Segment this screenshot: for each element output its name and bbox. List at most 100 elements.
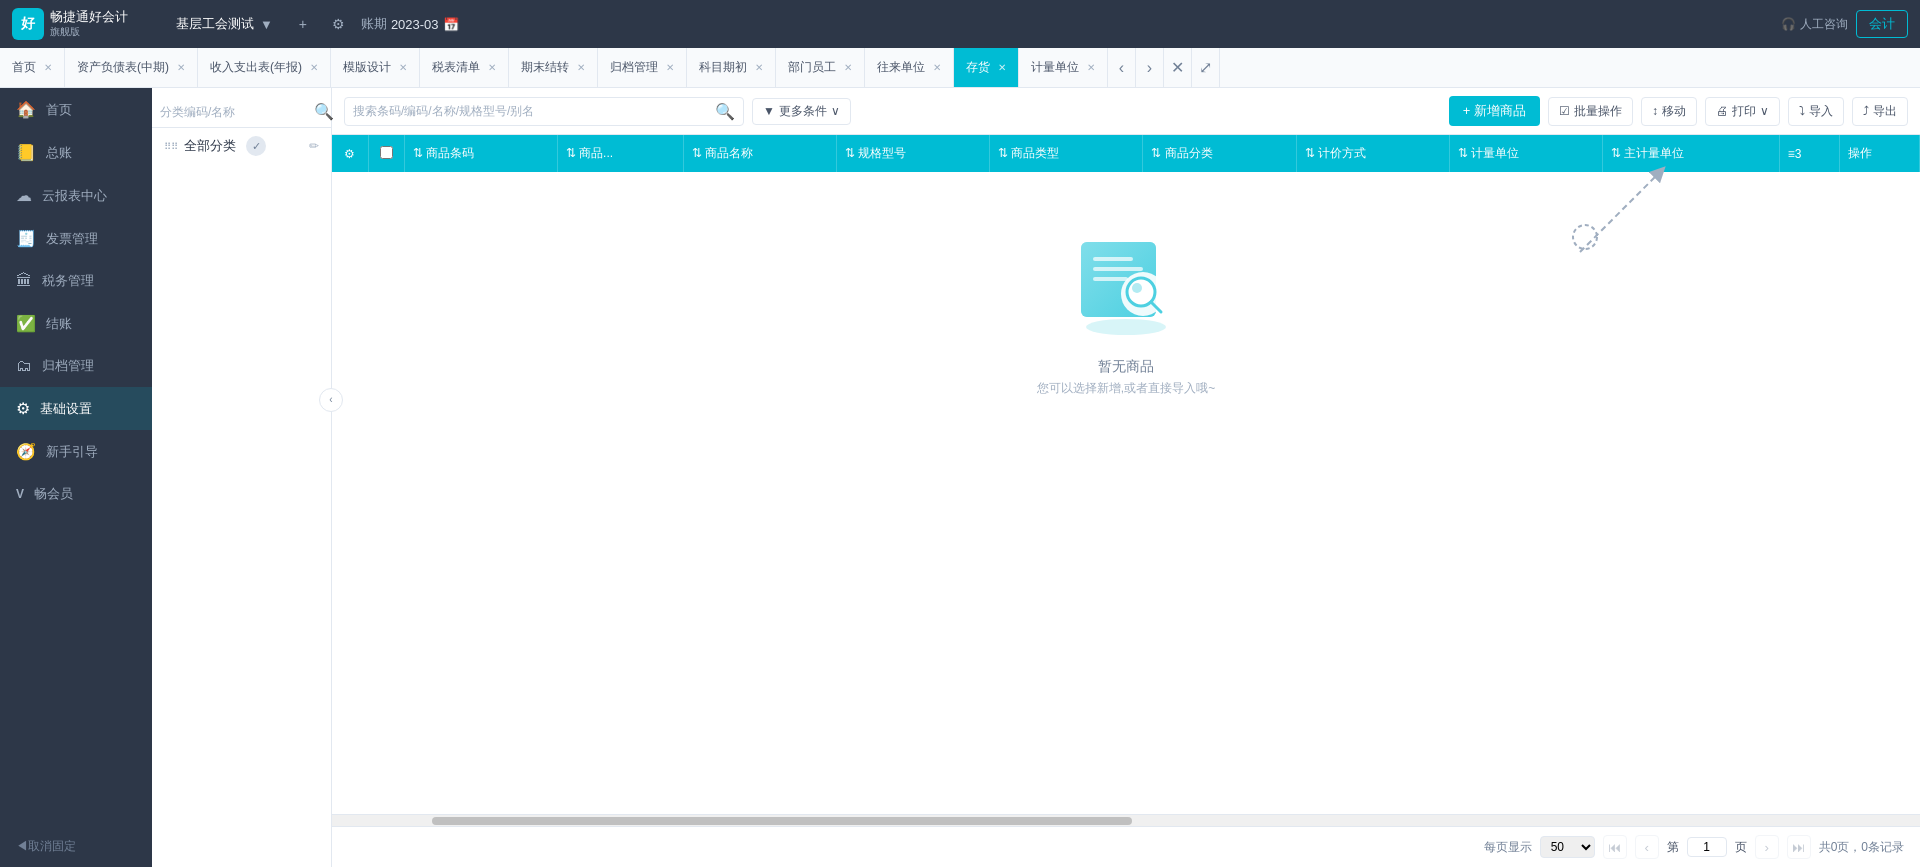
select-all-checkbox[interactable] <box>380 146 393 159</box>
category-search-icon[interactable]: 🔍 <box>314 102 334 121</box>
scroll-thumb[interactable] <box>432 817 1132 825</box>
page-size-select[interactable]: 50 100 200 <box>1540 836 1595 858</box>
tab-home[interactable]: 首页 ✕ <box>0 48 65 88</box>
category-all-item[interactable]: ⠿⠿ 全部分类 ✓ ✏ <box>152 128 331 164</box>
customer-service-btn[interactable]: 🎧 人工咨询 <box>1781 16 1848 33</box>
period-label: 账期 <box>361 15 387 33</box>
tab-balance[interactable]: 资产负债表(中期) ✕ <box>65 48 198 88</box>
next-page-btn[interactable]: › <box>1755 835 1779 859</box>
th-code[interactable]: ⇅ 商品... <box>557 135 683 172</box>
logo-area: 好 畅捷通好会计 旗舰版 <box>12 8 160 40</box>
main-layout: 🏠 首页 📒 总账 ☁ 云报表中心 🧾 发票管理 🏛 税务管理 ✅ 结账 🗂 归… <box>0 88 1920 867</box>
page-input[interactable] <box>1687 837 1727 857</box>
tab-partner-close[interactable]: ✕ <box>933 62 941 73</box>
category-collapse-btn[interactable]: ‹ <box>319 388 343 412</box>
scroll-bar-area[interactable] <box>332 814 1920 826</box>
print-btn[interactable]: 🖨 打印 ∨ <box>1705 97 1780 126</box>
sidebar-item-closing[interactable]: ✅ 结账 <box>0 302 152 345</box>
sidebar-item-archive[interactable]: 🗂 归档管理 <box>0 345 152 387</box>
tab-archive-mgmt[interactable]: 归档管理 ✕ <box>598 48 687 88</box>
tab-template-close[interactable]: ✕ <box>399 62 407 73</box>
tab-tax-close[interactable]: ✕ <box>488 62 496 73</box>
home-icon: 🏠 <box>16 100 36 119</box>
th-type[interactable]: ⇅ 商品类型 <box>990 135 1143 172</box>
tab-home-close[interactable]: ✕ <box>44 62 52 73</box>
tab-template-label: 模版设计 <box>343 59 391 76</box>
filter-label: 更多条件 <box>779 103 827 120</box>
batch-ops-btn[interactable]: ☑ 批量操作 <box>1548 97 1633 126</box>
print-dropdown-icon: ∨ <box>1760 104 1769 118</box>
sidebar-item-report[interactable]: ☁ 云报表中心 <box>0 174 152 217</box>
th-spec[interactable]: ⇅ 规格型号 <box>836 135 989 172</box>
tab-subject-init-close[interactable]: ✕ <box>755 62 763 73</box>
import-btn[interactable]: ⤵ 导入 <box>1788 97 1844 126</box>
import-icon: ⤵ <box>1799 104 1805 118</box>
move-label: 移动 <box>1662 103 1686 120</box>
sidebar-item-member-label: 畅会员 <box>34 485 73 503</box>
account-button[interactable]: 会计 <box>1856 10 1908 38</box>
last-page-btn[interactable]: ⏭ <box>1787 835 1811 859</box>
th-checkbox[interactable] <box>368 135 404 172</box>
prev-page-btn[interactable]: ‹ <box>1635 835 1659 859</box>
th-col3[interactable]: ≡3 <box>1779 135 1839 172</box>
th-barcode[interactable]: ⇅ 商品条码 <box>404 135 557 172</box>
tab-unit-close[interactable]: ✕ <box>1087 62 1095 73</box>
tab-inventory[interactable]: 存货 ✕ <box>954 48 1019 88</box>
filter-btn[interactable]: ▼ 更多条件 ∨ <box>752 98 851 125</box>
search-icon[interactable]: 🔍 <box>715 102 735 121</box>
category-edit-icon[interactable]: ✏ <box>309 139 319 153</box>
tab-dept-emp-close[interactable]: ✕ <box>844 62 852 73</box>
th-pricing[interactable]: ⇅ 计价方式 <box>1296 135 1449 172</box>
tab-balance-close[interactable]: ✕ <box>177 62 185 73</box>
tab-unit[interactable]: 计量单位 ✕ <box>1019 48 1108 88</box>
sidebar-item-tax[interactable]: 🏛 税务管理 <box>0 260 152 302</box>
sidebar-item-settings[interactable]: ⚙ 基础设置 <box>0 387 152 430</box>
tab-archive-mgmt-close[interactable]: ✕ <box>666 62 674 73</box>
product-search-input[interactable] <box>353 104 711 118</box>
calendar-icon[interactable]: 📅 <box>443 17 459 32</box>
unpin-btn[interactable]: ◀取消固定 <box>0 826 152 867</box>
tab-template[interactable]: 模版设计 ✕ <box>331 48 420 88</box>
tab-dept-emp[interactable]: 部门员工 ✕ <box>776 48 865 88</box>
tab-close-all-btn[interactable]: ✕ <box>1164 48 1192 88</box>
add-tab-btn[interactable]: + <box>289 10 317 38</box>
tab-subject-init[interactable]: 科目期初 ✕ <box>687 48 776 88</box>
search-box: 🔍 <box>344 97 744 126</box>
first-page-btn[interactable]: ⏮ <box>1603 835 1627 859</box>
batch-icon: ☑ <box>1559 104 1570 118</box>
tab-period-end[interactable]: 期末结转 ✕ <box>509 48 598 88</box>
settings-btn[interactable]: ⚙ <box>325 10 353 38</box>
sidebar-item-invoice[interactable]: 🧾 发票管理 <box>0 217 152 260</box>
toolbar-right: + 新增商品 ☑ 批量操作 ↕ 移动 🖨 打印 <box>1449 96 1908 126</box>
tab-partner[interactable]: 往来单位 ✕ <box>865 48 954 88</box>
dropdown-icon: ▼ <box>260 17 273 32</box>
sidebar-item-guide[interactable]: 🧭 新手引导 <box>0 430 152 473</box>
tab-period-end-close[interactable]: ✕ <box>577 62 585 73</box>
th-category[interactable]: ⇅ 商品分类 <box>1143 135 1296 172</box>
table-container: ⚙ ⇅ 商品条码 ⇅ 商品... <box>332 135 1920 814</box>
company-selector[interactable]: 基层工会测试 ▼ <box>168 11 281 37</box>
tab-prev-btn[interactable]: ‹ <box>1108 48 1136 88</box>
category-search-input[interactable] <box>160 105 310 119</box>
tab-tax-label: 税表清单 <box>432 59 480 76</box>
th-settings[interactable]: ⚙ <box>332 135 368 172</box>
tab-income-close[interactable]: ✕ <box>310 62 318 73</box>
empty-subtitle: 您可以选择新增,或者直接导入哦~ <box>1037 380 1215 397</box>
sidebar-item-closing-label: 结账 <box>46 315 72 333</box>
move-btn[interactable]: ↕ 移动 <box>1641 97 1697 126</box>
sidebar-item-member[interactable]: V 畅会员 <box>0 473 152 515</box>
tab-expand-btn[interactable]: ⤢ <box>1192 48 1220 88</box>
tab-tax[interactable]: 税表清单 ✕ <box>420 48 509 88</box>
tab-next-btn[interactable]: › <box>1136 48 1164 88</box>
tab-income[interactable]: 收入支出表(年报) ✕ <box>198 48 331 88</box>
tab-bar: 首页 ✕ 资产负债表(中期) ✕ 收入支出表(年报) ✕ 模版设计 ✕ 税表清单… <box>0 48 1920 88</box>
export-btn[interactable]: ⤴ 导出 <box>1852 97 1908 126</box>
th-name[interactable]: ⇅ 商品名称 <box>683 135 836 172</box>
content-header: 🔍 ⠿⠿ 全部分类 ✓ ✏ ‹ <box>152 88 1920 867</box>
sidebar-item-ledger[interactable]: 📒 总账 <box>0 131 152 174</box>
tab-inventory-close[interactable]: ✕ <box>998 62 1006 73</box>
add-product-btn[interactable]: + 新增商品 <box>1449 96 1540 126</box>
import-label: 导入 <box>1809 103 1833 120</box>
sidebar-item-home[interactable]: 🏠 首页 <box>0 88 152 131</box>
main-panel: 🔍 ▼ 更多条件 ∨ + 新增商品 ☑ 批量操作 <box>332 88 1920 867</box>
